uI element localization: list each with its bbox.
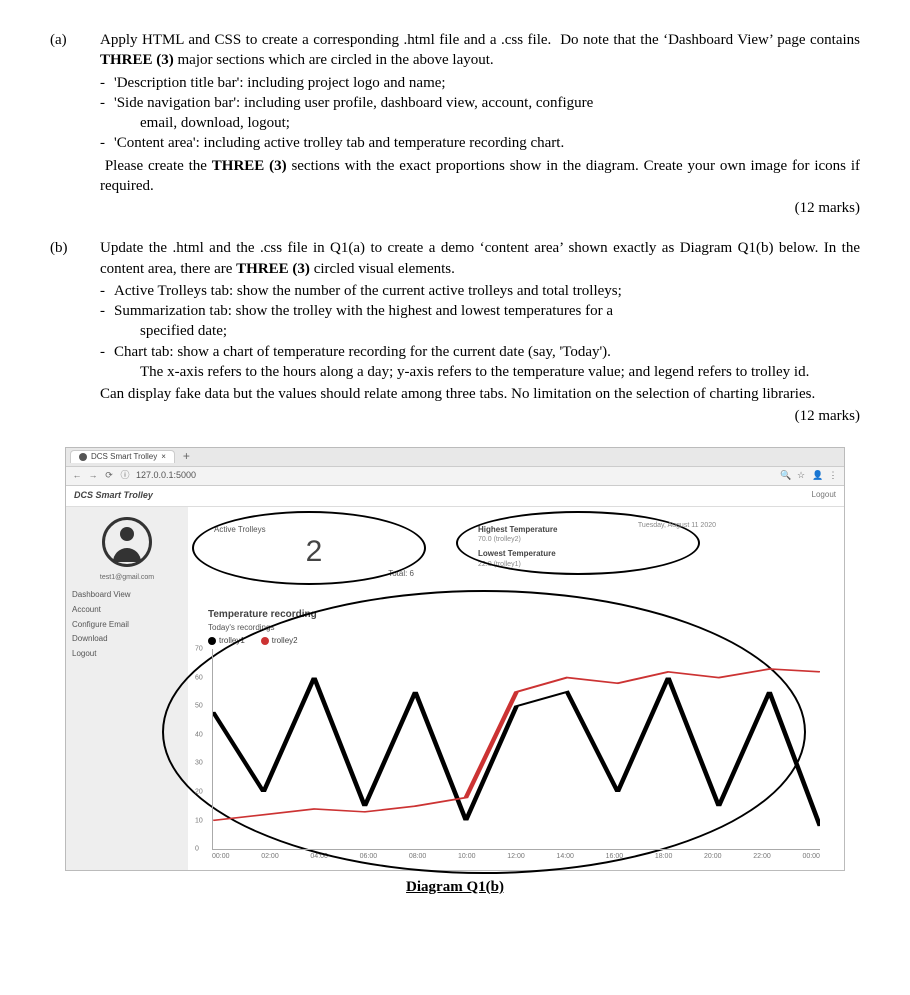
app-titlebar: DCS Smart Trolley Logout — [66, 486, 844, 507]
sidebar-item-dashboard[interactable]: Dashboard View — [72, 588, 182, 603]
profile-icon[interactable]: 👤 — [812, 469, 822, 481]
browser-tabbar: DCS Smart Trolley × + — [66, 448, 844, 467]
browser-window: DCS Smart Trolley × + ← → ⟳ ⓘ 127.0.0.1:… — [65, 447, 845, 871]
sidebar-item-logout[interactable]: Logout — [72, 647, 182, 662]
favicon-icon — [79, 453, 87, 461]
summary-date: Tuesday, August 11 2020 — [638, 521, 716, 530]
qa-item-3: 'Content area': including active trolley… — [114, 133, 860, 153]
question-b: (b) Update the .html and the .css file i… — [50, 238, 860, 426]
menu-icon[interactable]: ⋮ — [828, 469, 838, 481]
qa-instruction: Please create the THREE (3) sections wit… — [100, 156, 860, 197]
qb-item-2-cont: specified date; — [100, 321, 860, 341]
qa-item-2-cont: email, download, logout; — [100, 113, 860, 133]
browser-tab[interactable]: DCS Smart Trolley × — [70, 450, 175, 464]
reload-icon[interactable]: ⟳ — [104, 469, 114, 481]
tab-close-icon[interactable]: × — [161, 452, 166, 463]
sidebar-item-configure[interactable]: Configure Email — [72, 618, 182, 633]
active-trolleys-card: Active Trolleys 2 Total: 6 — [202, 517, 426, 589]
question-a: (a) Apply HTML and CSS to create a corre… — [50, 30, 860, 218]
qb-list: -Active Trolleys tab: show the number of… — [100, 281, 860, 382]
forward-icon[interactable]: → — [88, 469, 98, 481]
summary-card: Tuesday, August 11 2020 Highest Temperat… — [466, 517, 720, 577]
qb-item-2: Summarization tab: show the trolley with… — [114, 301, 860, 321]
qa-list: -'Description title bar': including proj… — [100, 73, 860, 154]
app-main: test1@gmail.com Dashboard View Account C… — [66, 507, 844, 870]
star-icon[interactable]: ☆ — [796, 469, 806, 481]
qa-intro: Apply HTML and CSS to create a correspon… — [100, 30, 860, 71]
diagram-caption: Diagram Q1(b) — [65, 877, 845, 897]
sidebar-item-account[interactable]: Account — [72, 603, 182, 618]
lowest-temp-label: Lowest Temperature — [478, 549, 708, 560]
qa-item-2: 'Side navigation bar': including user pr… — [114, 93, 860, 113]
chart-subtitle: Today's recordings — [208, 623, 824, 634]
app-brand: DCS Smart Trolley — [74, 489, 153, 501]
new-tab-button[interactable]: + — [179, 448, 194, 464]
legend-swatch-1 — [208, 637, 216, 645]
avatar-icon — [102, 517, 152, 567]
lowest-temp-value: 22.0 (trolley1) — [478, 560, 708, 569]
qa-item-1: 'Description title bar': including proje… — [114, 73, 860, 93]
qa-body: Apply HTML and CSS to create a correspon… — [100, 30, 860, 218]
qb-item-3: Chart tab: show a chart of temperature r… — [114, 342, 860, 362]
search-icon[interactable]: 🔍 — [780, 469, 790, 481]
chart-xaxis: 00:0002:0004:0006:0008:0010:0012:0014:00… — [212, 852, 820, 861]
tab-title: DCS Smart Trolley — [91, 452, 157, 463]
chart-title: Temperature recording — [208, 608, 824, 622]
legend-item-2: trolley2 — [261, 636, 298, 647]
active-label: Active Trolleys — [214, 525, 414, 536]
active-count: 2 — [214, 537, 414, 567]
qb-intro: Update the .html and the .css file in Q1… — [100, 238, 860, 279]
diagram-screenshot: DCS Smart Trolley × + ← → ⟳ ⓘ 127.0.0.1:… — [65, 447, 845, 897]
active-total: Total: 6 — [214, 569, 414, 580]
chart-card: Temperature recording Today's recordings… — [202, 602, 830, 864]
url-text[interactable]: 127.0.0.1:5000 — [136, 469, 196, 481]
sidebar: test1@gmail.com Dashboard View Account C… — [66, 507, 188, 870]
chart-plot: 70 60 50 40 30 20 10 0 — [212, 649, 820, 850]
legend-item-1: trolley1 — [208, 636, 245, 647]
chart-svg — [213, 649, 820, 849]
qa-label: (a) — [50, 30, 100, 218]
highest-temp-value: 70.0 (trolley2) — [478, 535, 708, 544]
qb-closing: Can display fake data but the values sho… — [100, 384, 860, 404]
qb-marks: (12 marks) — [100, 406, 860, 426]
info-icon: ⓘ — [120, 469, 130, 481]
user-email: test1@gmail.com — [72, 573, 182, 582]
qb-body: Update the .html and the .css file in Q1… — [100, 238, 860, 426]
qa-marks: (12 marks) — [100, 198, 860, 218]
browser-addressbar: ← → ⟳ ⓘ 127.0.0.1:5000 🔍 ☆ 👤 ⋮ — [66, 467, 844, 486]
content-area: Active Trolleys 2 Total: 6 Tuesday, Augu… — [188, 507, 844, 870]
qb-label: (b) — [50, 238, 100, 426]
logout-link[interactable]: Logout — [812, 490, 836, 501]
back-icon[interactable]: ← — [72, 469, 82, 481]
qb-item-3-cont: The x-axis refers to the hours along a d… — [100, 362, 860, 382]
chart-legend: trolley1 trolley2 — [208, 636, 824, 647]
qb-item-1: Active Trolleys tab: show the number of … — [114, 281, 860, 301]
legend-swatch-2 — [261, 637, 269, 645]
sidebar-item-download[interactable]: Download — [72, 632, 182, 647]
